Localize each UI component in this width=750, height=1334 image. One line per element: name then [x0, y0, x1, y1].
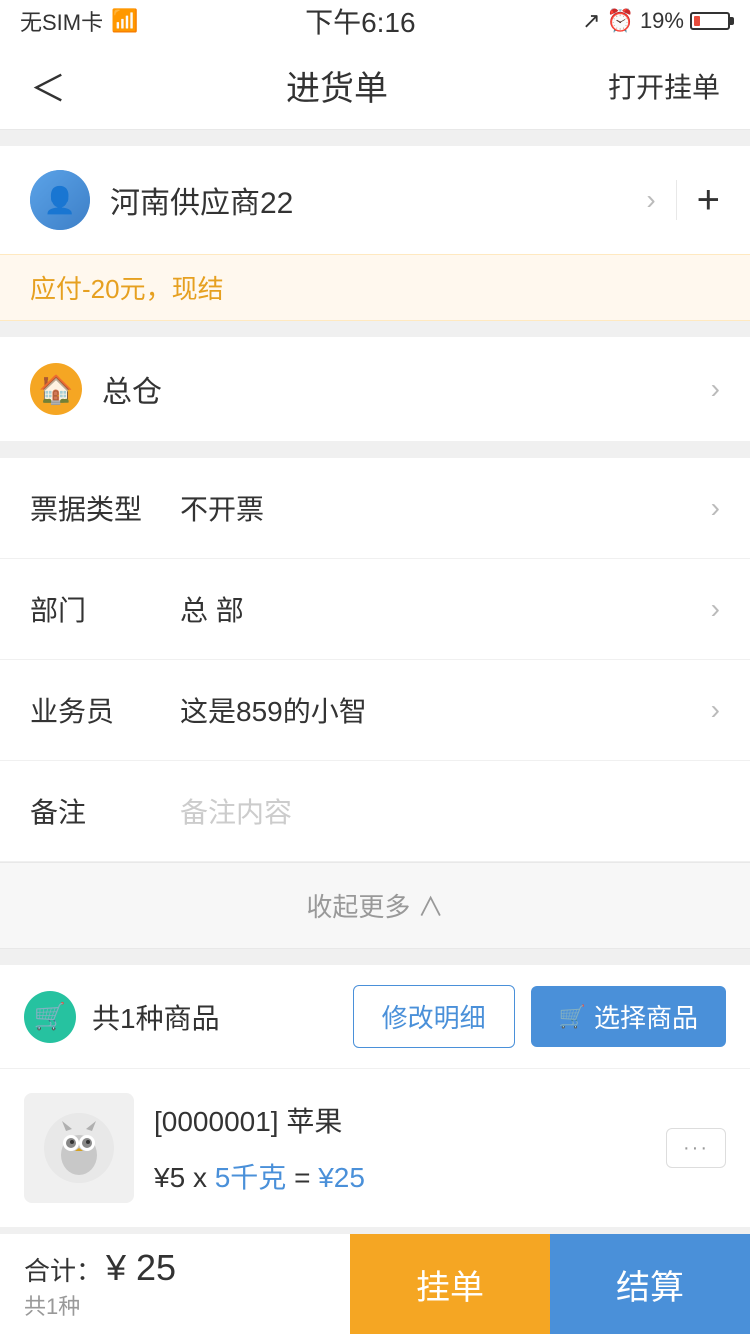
department-chevron-icon: › — [711, 593, 720, 625]
warehouse-chevron-icon: › — [711, 373, 720, 405]
price-eq: = — [294, 1162, 318, 1193]
price-multiply: x — [193, 1162, 215, 1193]
supplier-chevron-icon: › — [646, 184, 655, 216]
products-icon-glyph: 🛒 — [34, 1001, 66, 1032]
invoice-type-row[interactable]: 票据类型 不开票 › — [0, 458, 750, 559]
total-amount: ¥ 25 — [106, 1247, 176, 1289]
product-name: [0000001] 苹果 — [154, 1100, 666, 1140]
warehouse-label: 总仓 — [102, 367, 711, 411]
hang-order-button[interactable]: 挂单 — [350, 1234, 550, 1334]
checkout-button[interactable]: 结算 — [550, 1234, 750, 1334]
products-header: 🛒 共1种商品 修改明细 🛒 选择商品 — [0, 965, 750, 1069]
supplier-name: 河南供应商22 — [110, 178, 646, 222]
back-button[interactable]: ＜ — [30, 60, 66, 112]
total-section: 合计： ¥ 25 共1种 — [0, 1234, 350, 1334]
products-count: 共1种商品 — [92, 997, 353, 1037]
product-item: [0000001] 苹果 ¥5 x 5千克 = ¥25 ··· — [0, 1069, 750, 1228]
form-section: 票据类型 不开票 › 部门 总 部 › 业务员 这是859的小智 › 备注 备注… — [0, 458, 750, 862]
avatar-icon: 👤 — [44, 185, 76, 216]
collapse-label: 收起更多 ∧ — [306, 892, 443, 922]
status-right: ↗ ⏰ 19% — [582, 8, 730, 34]
product-thumb-img — [44, 1113, 114, 1183]
gap3 — [0, 442, 750, 458]
supplier-row[interactable]: 👤 河南供应商22 › + — [0, 146, 750, 254]
open-hang-button[interactable]: 打开挂单 — [608, 66, 720, 106]
product-thumbnail — [24, 1093, 134, 1203]
remark-label: 备注 — [30, 791, 170, 831]
products-icon: 🛒 — [24, 991, 76, 1043]
invoice-type-value: 不开票 — [170, 488, 711, 528]
bottom-bar: 合计： ¥ 25 共1种 挂单 结算 — [0, 1234, 750, 1334]
product-info: [0000001] 苹果 ¥5 x 5千克 = ¥25 — [154, 1100, 666, 1196]
supplier-divider — [676, 180, 677, 220]
supplier-section: 👤 河南供应商22 › + 应付-20元，现结 — [0, 146, 750, 321]
battery-icon — [690, 12, 730, 30]
price-total: ¥25 — [318, 1162, 365, 1193]
modify-detail-button[interactable]: 修改明细 — [353, 985, 515, 1048]
salesperson-label: 业务员 — [30, 690, 170, 730]
carrier-text: 无SIM卡 — [20, 5, 103, 37]
alarm-icon: ⏰ — [607, 8, 634, 34]
invoice-type-label: 票据类型 — [30, 488, 170, 528]
wifi-icon: 📶 — [111, 8, 138, 34]
warehouse-row[interactable]: 🏠 总仓 › — [0, 337, 750, 442]
department-value: 总 部 — [170, 589, 711, 629]
total-label: 合计： — [24, 1251, 102, 1288]
warehouse-icon-glyph: 🏠 — [39, 373, 74, 406]
supplier-avatar: 👤 — [30, 170, 90, 230]
collapse-row[interactable]: 收起更多 ∧ — [0, 862, 750, 949]
department-label: 部门 — [30, 589, 170, 629]
salesperson-chevron-icon: › — [711, 694, 720, 726]
salesperson-row[interactable]: 业务员 这是859的小智 › — [0, 660, 750, 761]
status-carrier: 无SIM卡 📶 — [20, 5, 139, 37]
salesperson-value: 这是859的小智 — [170, 690, 711, 730]
select-icon: 🛒 — [559, 1004, 586, 1030]
status-bar: 无SIM卡 📶 下午6:16 ↗ ⏰ 19% — [0, 0, 750, 42]
status-time: 下午6:16 — [305, 1, 416, 41]
nav-bar: ＜ 进货单 打开挂单 — [0, 42, 750, 130]
product-more-button[interactable]: ··· — [666, 1128, 726, 1168]
department-row[interactable]: 部门 总 部 › — [0, 559, 750, 660]
price-base: ¥5 — [154, 1162, 185, 1193]
gap1 — [0, 130, 750, 146]
remark-input[interactable]: 备注内容 — [170, 791, 720, 831]
select-product-button[interactable]: 🛒 选择商品 — [531, 986, 726, 1047]
product-price: ¥5 x 5千克 = ¥25 — [154, 1156, 666, 1196]
invoice-type-chevron-icon: › — [711, 492, 720, 524]
add-supplier-button[interactable]: + — [697, 178, 720, 223]
supplier-alert-text: 应付-20元，现结 — [30, 274, 224, 304]
remark-row[interactable]: 备注 备注内容 — [0, 761, 750, 862]
select-label: 选择商品 — [594, 998, 698, 1035]
avatar-inner: 👤 — [30, 170, 90, 230]
gap4 — [0, 949, 750, 965]
gap2 — [0, 321, 750, 337]
supplier-alert-row: 应付-20元，现结 — [0, 254, 750, 321]
price-qty: 5千克 — [215, 1162, 287, 1193]
page-title: 进货单 — [286, 61, 388, 110]
total-count: 共1种 — [24, 1289, 326, 1321]
location-icon: ↗ — [582, 8, 600, 34]
battery-percent: 19% — [640, 8, 684, 34]
warehouse-icon: 🏠 — [30, 363, 82, 415]
